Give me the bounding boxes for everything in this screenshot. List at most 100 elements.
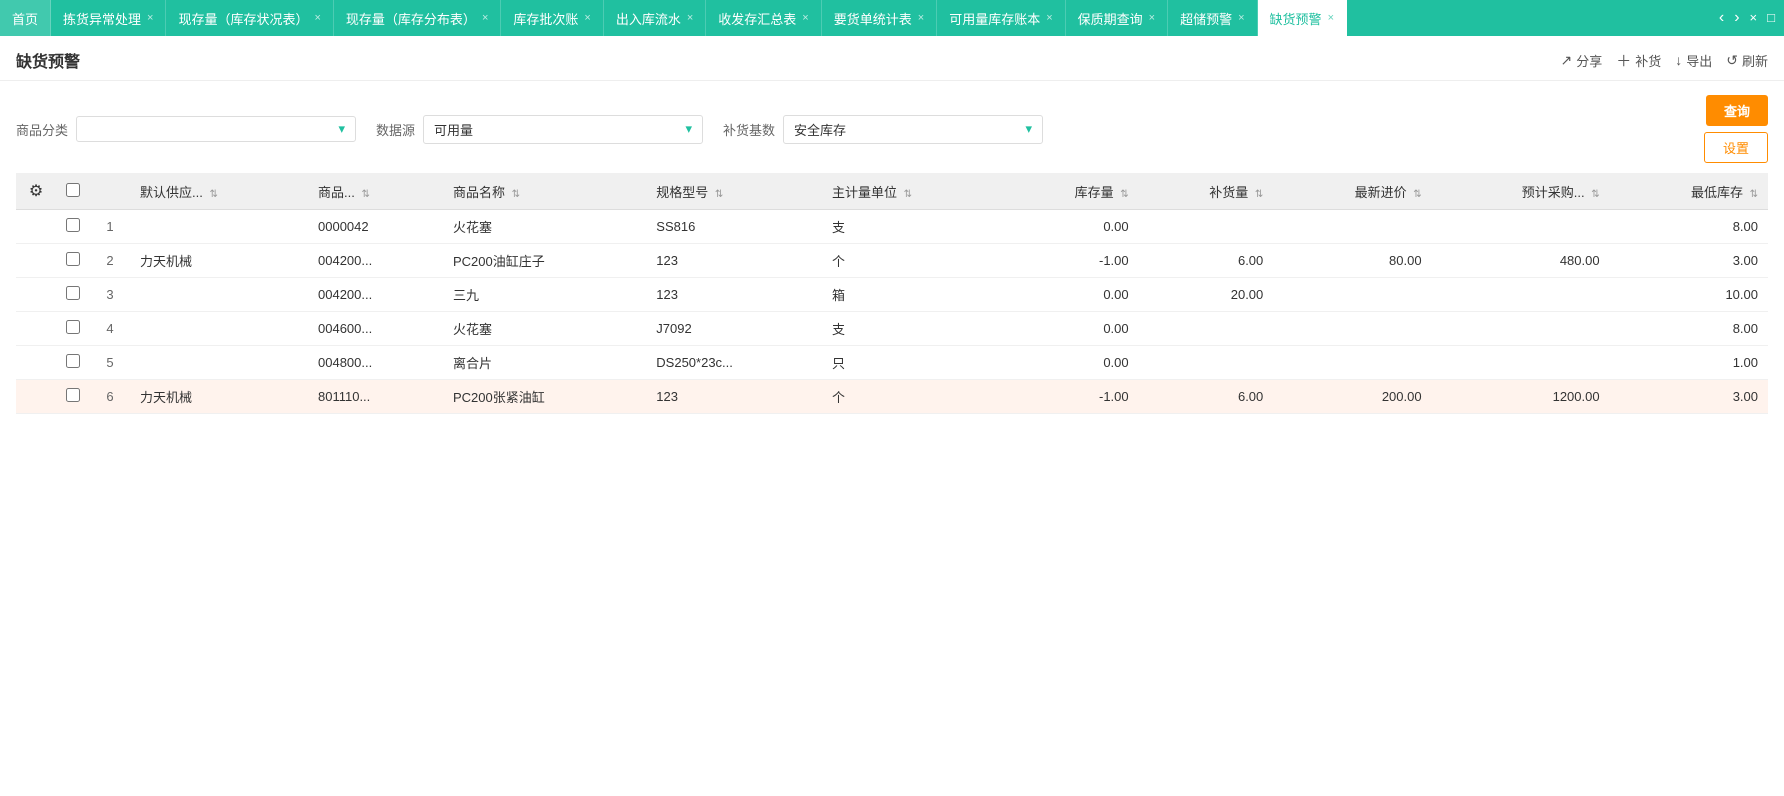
- tab-close-5[interactable]: ×: [687, 12, 693, 24]
- th-est-purchase-label: 预计采购...: [1522, 185, 1585, 200]
- tab-close-2[interactable]: ×: [314, 12, 320, 24]
- row-checkbox-2[interactable]: [66, 286, 80, 300]
- tab-item-1[interactable]: 拣货异常处理 ×: [51, 0, 166, 36]
- row-min-stock-1: 3.00: [1610, 244, 1768, 278]
- tab-item-9[interactable]: 保质期查询×: [1066, 0, 1168, 36]
- datasource-select-value: 可用量: [434, 120, 677, 139]
- row-num-1: 2: [90, 244, 130, 278]
- th-unit[interactable]: 主计量单位 ⇅: [822, 173, 1004, 210]
- tab-item-7[interactable]: 要货单统计表×: [822, 0, 937, 36]
- query-button[interactable]: 查询: [1706, 95, 1768, 126]
- row-supplier-4: [130, 346, 308, 380]
- category-select[interactable]: ▾: [76, 116, 356, 142]
- tab-close-7[interactable]: ×: [918, 12, 924, 24]
- th-latest-price-label: 最新进价: [1355, 185, 1407, 200]
- th-min-stock-sort-icon: ⇅: [1750, 189, 1758, 200]
- tab-close-8[interactable]: ×: [1046, 12, 1052, 24]
- tab-close-6[interactable]: ×: [802, 12, 808, 24]
- th-stock[interactable]: 库存量 ⇅: [1004, 173, 1139, 210]
- gear-icon[interactable]: ⚙: [29, 183, 43, 200]
- row-spec-5: 123: [646, 380, 822, 414]
- row-checkbox-4[interactable]: [66, 354, 80, 368]
- th-replenish[interactable]: 补货量 ⇅: [1139, 173, 1274, 210]
- th-spec-sort-icon: ⇅: [715, 189, 723, 200]
- tab-label-1: 拣货异常处理: [63, 9, 141, 28]
- datasource-label: 数据源: [376, 120, 415, 139]
- row-num-4: 5: [90, 346, 130, 380]
- row-checkbox-cell-3: [56, 312, 90, 346]
- row-replenish-2: 20.00: [1139, 278, 1274, 312]
- tab-close-10[interactable]: ×: [1238, 12, 1244, 24]
- th-est-purchase[interactable]: 预计采购... ⇅: [1432, 173, 1610, 210]
- tab-item-2[interactable]: 现存量（库存状况表）×: [166, 0, 333, 36]
- data-table: ⚙ 默认供应... ⇅ 商品... ⇅ 商品名称: [16, 173, 1768, 414]
- export-button[interactable]: ↓ 导出: [1675, 51, 1712, 70]
- replenish-button[interactable]: ＋ 补货: [1616, 50, 1661, 71]
- row-supplier-1: 力天机械: [130, 244, 308, 278]
- replenish-select[interactable]: 安全库存 ▾: [783, 115, 1043, 144]
- replenish-label: 补货基数: [723, 120, 775, 139]
- datasource-select[interactable]: 可用量 ▾: [423, 115, 703, 144]
- tab-close-3[interactable]: ×: [482, 12, 488, 24]
- refresh-label: 刷新: [1742, 51, 1768, 70]
- tab-item-11[interactable]: 缺货预警×: [1258, 0, 1347, 36]
- row-code-4: 004800...: [308, 346, 443, 380]
- tab-maximize[interactable]: □: [1762, 0, 1780, 36]
- row-num-5: 6: [90, 380, 130, 414]
- row-est-purchase-2: [1432, 278, 1610, 312]
- tab-close-all[interactable]: ×: [1745, 0, 1763, 36]
- row-checkbox-0[interactable]: [66, 218, 80, 232]
- tab-item-4[interactable]: 库存批次账×: [501, 0, 603, 36]
- row-gear-4: [16, 346, 56, 380]
- table-row: 5004800...离合片DS250*23c...只0.001.00: [16, 346, 1768, 380]
- th-min-stock[interactable]: 最低库存 ⇅: [1610, 173, 1768, 210]
- th-name-label: 商品名称: [453, 185, 505, 200]
- tab-scroll-left[interactable]: ‹: [1714, 0, 1729, 36]
- th-code-sort-icon: ⇅: [361, 189, 369, 200]
- th-supplier[interactable]: 默认供应... ⇅: [130, 173, 308, 210]
- th-replenish-label: 补货量: [1209, 185, 1248, 200]
- tab-close-1[interactable]: ×: [147, 12, 153, 24]
- tab-item-8[interactable]: 可用量库存账本 ×: [937, 0, 1065, 36]
- row-name-4: 离合片: [443, 346, 646, 380]
- row-supplier-3: [130, 312, 308, 346]
- th-checkbox: [56, 173, 90, 210]
- row-gear-5: [16, 380, 56, 414]
- row-stock-0: 0.00: [1004, 210, 1139, 244]
- row-replenish-4: [1139, 346, 1274, 380]
- row-num-0: 1: [90, 210, 130, 244]
- tab-label-6: 收发存汇总表: [718, 9, 796, 28]
- row-checkbox-1[interactable]: [66, 252, 80, 266]
- settings-button[interactable]: 设置: [1704, 132, 1768, 163]
- row-name-5: PC200张紧油缸: [443, 380, 646, 414]
- tab-item-5[interactable]: 出入库流水×: [604, 0, 706, 36]
- tab-scroll-right[interactable]: ›: [1729, 0, 1744, 36]
- replenish-dropdown-arrow: ▾: [1026, 121, 1033, 137]
- tab-close-11[interactable]: ×: [1328, 12, 1334, 24]
- th-code[interactable]: 商品... ⇅: [308, 173, 443, 210]
- share-button[interactable]: ↗ 分享: [1560, 51, 1602, 70]
- export-icon: ↓: [1675, 52, 1682, 68]
- row-gear-1: [16, 244, 56, 278]
- tab-label-8: 可用量库存账本: [949, 9, 1040, 28]
- row-checkbox-5[interactable]: [66, 388, 80, 402]
- row-name-3: 火花塞: [443, 312, 646, 346]
- refresh-button[interactable]: ↺ 刷新: [1726, 51, 1768, 70]
- row-gear-2: [16, 278, 56, 312]
- tab-bar: 首页拣货异常处理×现存量（库存状况表）×现存量（库存分布表）×库存批次账×出入库…: [0, 0, 1784, 36]
- tab-close-9[interactable]: ×: [1149, 12, 1155, 24]
- row-latest-price-5: 200.00: [1273, 380, 1431, 414]
- row-checkbox-3[interactable]: [66, 320, 80, 334]
- tab-item-0[interactable]: 首页: [0, 0, 51, 36]
- row-min-stock-0: 8.00: [1610, 210, 1768, 244]
- select-all-checkbox[interactable]: [66, 183, 80, 197]
- row-spec-3: J7092: [646, 312, 822, 346]
- th-name[interactable]: 商品名称 ⇅: [443, 173, 646, 210]
- th-spec[interactable]: 规格型号 ⇅: [646, 173, 822, 210]
- th-latest-price[interactable]: 最新进价 ⇅: [1273, 173, 1431, 210]
- tab-item-3[interactable]: 现存量（库存分布表）×: [334, 0, 501, 36]
- th-spec-label: 规格型号: [656, 185, 708, 200]
- tab-item-6[interactable]: 收发存汇总表 ×: [706, 0, 821, 36]
- tab-close-4[interactable]: ×: [584, 12, 590, 24]
- tab-item-10[interactable]: 超储预警×: [1168, 0, 1257, 36]
